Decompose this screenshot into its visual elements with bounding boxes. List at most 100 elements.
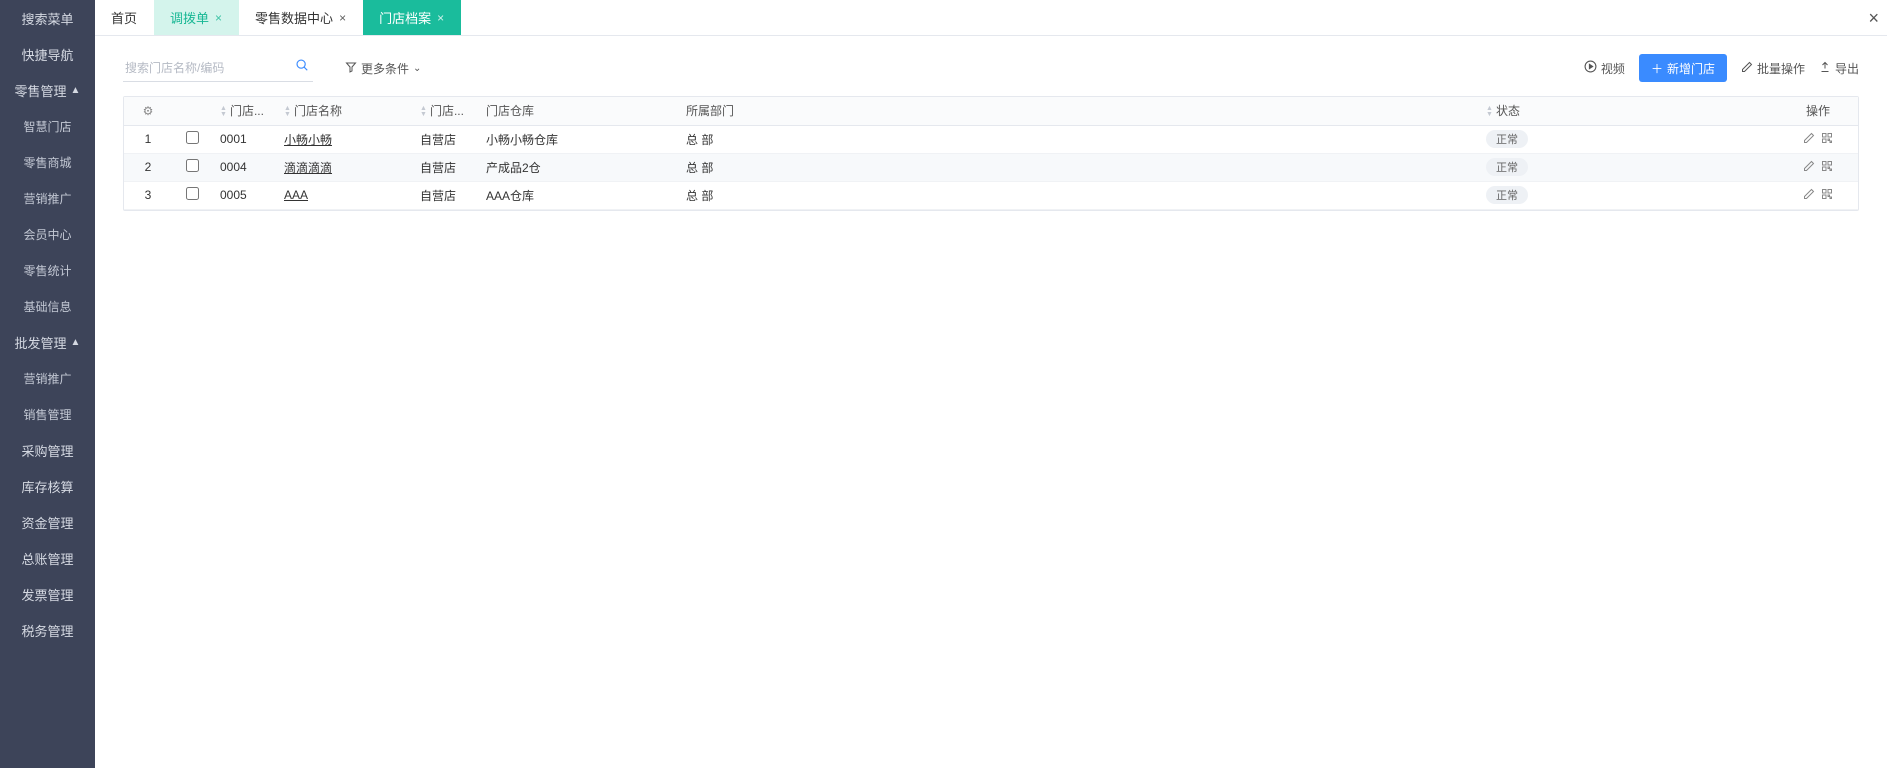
th-code[interactable]: ▲▼门店... xyxy=(212,97,276,125)
tab-home[interactable]: 首页 xyxy=(95,0,154,35)
th-status-label: 状态 xyxy=(1496,104,1520,118)
cell-code: 0001 xyxy=(212,125,276,153)
th-type[interactable]: ▲▼门店... xyxy=(412,97,478,125)
th-status[interactable]: ▲▼状态 xyxy=(1478,97,1778,125)
th-name[interactable]: ▲▼门店名称 xyxy=(276,97,412,125)
row-checkbox[interactable] xyxy=(186,187,199,200)
sidebar-group-wholesale[interactable]: 批发管理 ▲ xyxy=(0,324,95,360)
sort-icon: ▲▼ xyxy=(220,106,227,118)
add-store-button[interactable]: ＋ 新增门店 xyxy=(1639,54,1727,82)
sidebar-item-wholesale-marketing[interactable]: 营销推广 xyxy=(0,360,95,396)
sidebar-item-smart-store[interactable]: 智慧门店 xyxy=(0,108,95,144)
add-store-label: 新增门店 xyxy=(1667,60,1715,77)
sidebar-group-retail-label: 零售管理 xyxy=(15,81,67,100)
tab-store-archive[interactable]: 门店档案 × xyxy=(363,0,461,35)
edit-icon xyxy=(1741,61,1753,76)
cell-code: 0004 xyxy=(212,153,276,181)
sidebar-item-funds[interactable]: 资金管理 xyxy=(0,504,95,540)
sidebar: 搜索菜单 快捷导航 零售管理 ▲ 智慧门店 零售商城 营销推广 会员中心 零售统… xyxy=(0,0,95,768)
sidebar-item-retail-stats[interactable]: 零售统计 xyxy=(0,252,95,288)
toolbar-right: 视频 ＋ 新增门店 批量操作 导出 xyxy=(1584,54,1859,82)
store-name-link[interactable]: 滴滴滴滴 xyxy=(284,161,332,175)
caret-up-icon: ▲ xyxy=(71,85,81,96)
table-header-row: ⚙ ▲▼门店... ▲▼门店名称 ▲▼门店... 门店仓库 所属部门 ▲▼状态 … xyxy=(124,97,1858,125)
row-checkbox[interactable] xyxy=(186,131,199,144)
cell-checkbox xyxy=(172,181,212,209)
cell-type: 自营店 xyxy=(412,125,478,153)
cell-index: 1 xyxy=(124,125,172,153)
qrcode-icon[interactable] xyxy=(1821,189,1833,203)
sidebar-group-retail[interactable]: 零售管理 ▲ xyxy=(0,72,95,108)
chevron-down-icon: ⌄ xyxy=(413,63,421,74)
batch-ops-button[interactable]: 批量操作 xyxy=(1741,60,1805,77)
sidebar-item-member-center[interactable]: 会员中心 xyxy=(0,216,95,252)
cell-warehouse: AAA仓库 xyxy=(478,181,678,209)
cell-status: 正常 xyxy=(1478,125,1778,153)
table-row[interactable]: 30005AAA自营店AAA仓库总 部正常 xyxy=(124,181,1858,209)
store-name-link[interactable]: AAA xyxy=(284,188,308,202)
cell-warehouse: 产成品2仓 xyxy=(478,153,678,181)
edit-row-icon[interactable] xyxy=(1803,189,1815,203)
cell-name: AAA xyxy=(276,181,412,209)
caret-up-icon: ▲ xyxy=(71,337,81,348)
th-checkbox xyxy=(172,97,212,125)
row-checkbox[interactable] xyxy=(186,159,199,172)
status-badge: 正常 xyxy=(1486,186,1528,204)
cell-ops xyxy=(1778,125,1858,153)
tabbar-close-all[interactable]: × xyxy=(1868,0,1879,36)
sidebar-item-basic-info[interactable]: 基础信息 xyxy=(0,288,95,324)
cell-status: 正常 xyxy=(1478,181,1778,209)
status-badge: 正常 xyxy=(1486,130,1528,148)
th-code-label: 门店... xyxy=(230,104,264,118)
th-settings[interactable]: ⚙ xyxy=(124,97,172,125)
tab-retail-data-center[interactable]: 零售数据中心 × xyxy=(239,0,363,35)
th-name-label: 门店名称 xyxy=(294,104,342,118)
th-warehouse: 门店仓库 xyxy=(478,97,678,125)
edit-row-icon[interactable] xyxy=(1803,161,1815,175)
more-filters-button[interactable]: 更多条件 ⌄ xyxy=(345,60,421,77)
cell-checkbox xyxy=(172,125,212,153)
tab-retail-data-center-label: 零售数据中心 xyxy=(255,8,333,27)
sort-icon: ▲▼ xyxy=(1486,106,1493,118)
tab-store-archive-label: 门店档案 xyxy=(379,8,431,27)
search-input[interactable] xyxy=(123,54,313,82)
store-name-link[interactable]: 小畅小畅 xyxy=(284,133,332,147)
sidebar-item-ledger[interactable]: 总账管理 xyxy=(0,540,95,576)
edit-row-icon[interactable] xyxy=(1803,133,1815,147)
sidebar-quick-nav[interactable]: 快捷导航 xyxy=(0,36,95,72)
sidebar-item-marketing[interactable]: 营销推广 xyxy=(0,180,95,216)
table-row[interactable]: 10001小畅小畅自营店小畅小畅仓库总 部正常 xyxy=(124,125,1858,153)
table-row[interactable]: 20004滴滴滴滴自营店产成品2仓总 部正常 xyxy=(124,153,1858,181)
sidebar-search-menu[interactable]: 搜索菜单 xyxy=(0,0,95,36)
video-button[interactable]: 视频 xyxy=(1584,60,1625,77)
export-button[interactable]: 导出 xyxy=(1819,60,1859,77)
sidebar-item-tax[interactable]: 税务管理 xyxy=(0,612,95,648)
close-icon[interactable]: × xyxy=(437,11,444,25)
table: ⚙ ▲▼门店... ▲▼门店名称 ▲▼门店... 门店仓库 所属部门 ▲▼状态 … xyxy=(123,96,1859,211)
sidebar-item-inventory[interactable]: 库存核算 xyxy=(0,468,95,504)
qrcode-icon[interactable] xyxy=(1821,161,1833,175)
cell-ops xyxy=(1778,153,1858,181)
sidebar-item-invoice[interactable]: 发票管理 xyxy=(0,576,95,612)
content: 更多条件 ⌄ 视频 ＋ 新增门店 批量操作 xyxy=(95,36,1887,768)
cell-type: 自营店 xyxy=(412,181,478,209)
sidebar-item-sales-mgmt[interactable]: 销售管理 xyxy=(0,396,95,432)
cell-index: 2 xyxy=(124,153,172,181)
sidebar-item-retail-mall[interactable]: 零售商城 xyxy=(0,144,95,180)
tab-transfer-order[interactable]: 调拨单 × xyxy=(154,0,239,35)
qrcode-icon[interactable] xyxy=(1821,133,1833,147)
cell-checkbox xyxy=(172,153,212,181)
more-filters-label: 更多条件 xyxy=(361,60,409,77)
cell-dept: 总 部 xyxy=(678,181,1478,209)
cell-index: 3 xyxy=(124,181,172,209)
cell-type: 自营店 xyxy=(412,153,478,181)
sidebar-item-purchase[interactable]: 采购管理 xyxy=(0,432,95,468)
close-icon[interactable]: × xyxy=(339,11,346,25)
cell-warehouse: 小畅小畅仓库 xyxy=(478,125,678,153)
plus-icon: ＋ xyxy=(1651,60,1663,77)
cell-status: 正常 xyxy=(1478,153,1778,181)
close-icon[interactable]: × xyxy=(215,11,222,25)
video-label: 视频 xyxy=(1601,60,1625,77)
search-icon[interactable] xyxy=(295,58,309,75)
sort-icon: ▲▼ xyxy=(420,106,427,118)
